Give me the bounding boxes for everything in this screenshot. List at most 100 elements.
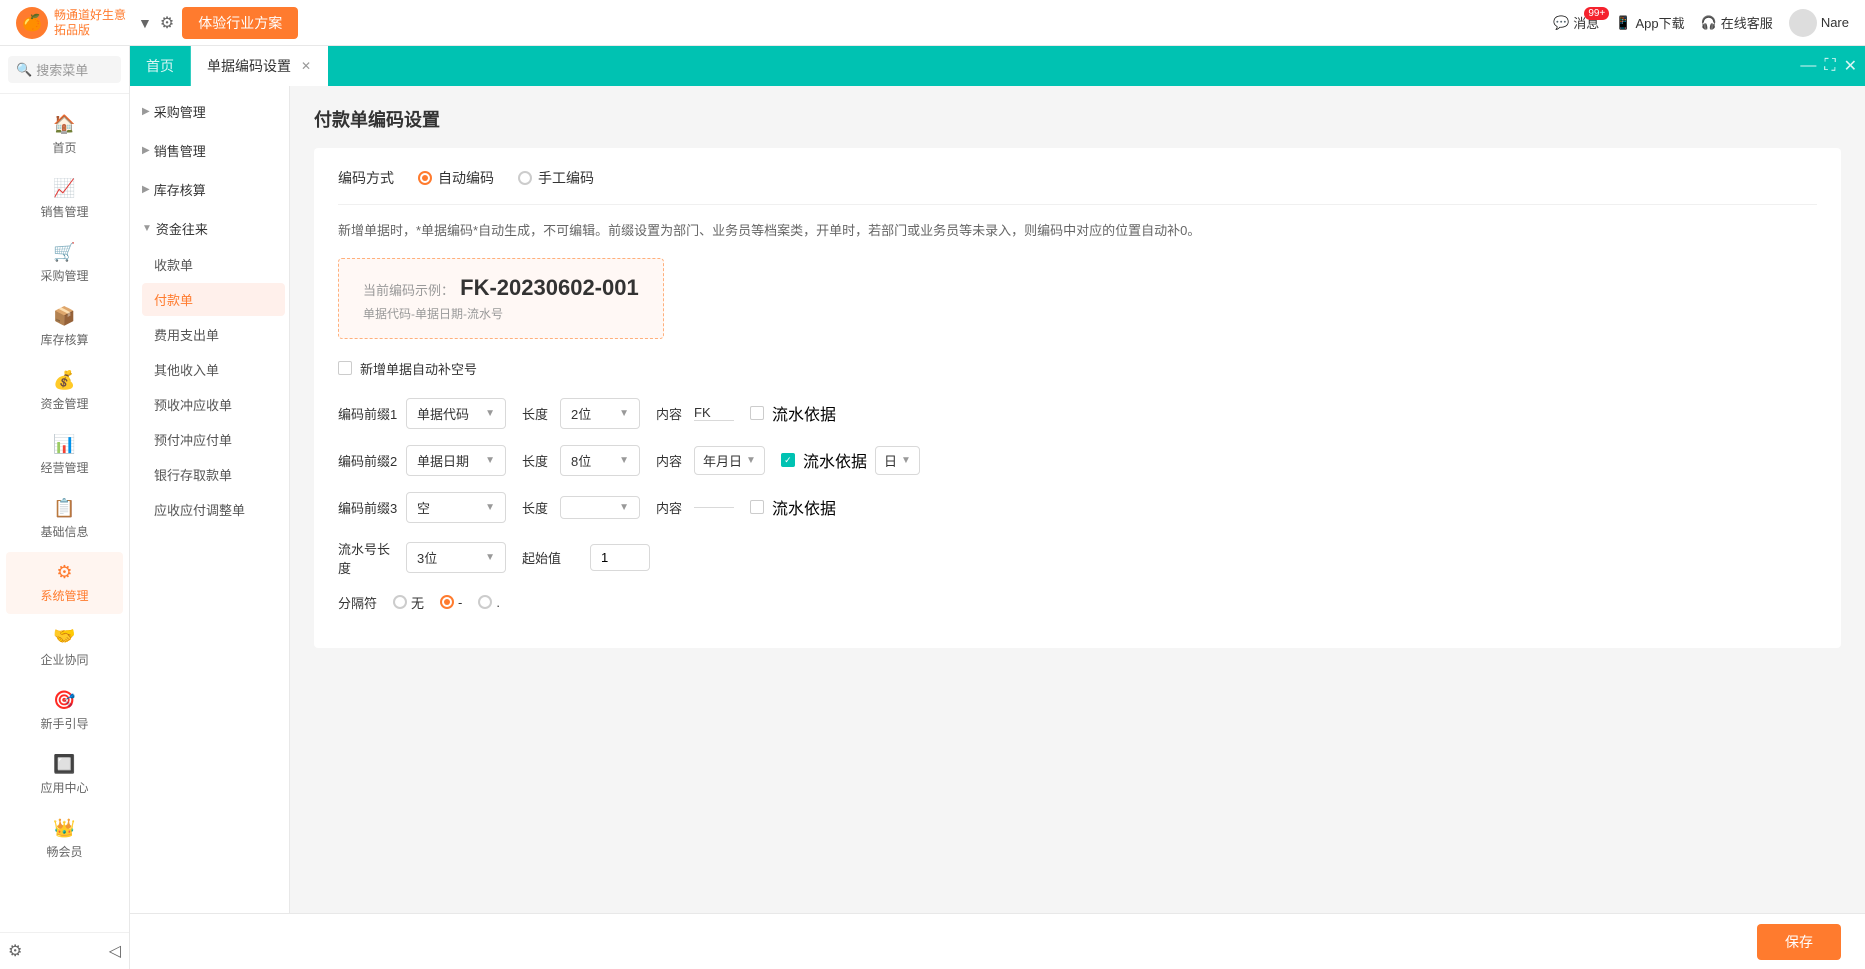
sep-none-radio[interactable] xyxy=(393,595,407,609)
sidebar-search[interactable]: 🔍 搜索菜单 xyxy=(0,46,129,94)
preview-desc: 单据代码-单据日期-流水号 xyxy=(363,305,639,322)
sep-dot-radio[interactable] xyxy=(478,595,492,609)
sub-menu-purchase: ▶ 采购管理 xyxy=(130,94,289,129)
sub-sidebar: ▶ 采购管理 ▶ 销售管理 ▶ 库存核算 xyxy=(130,86,290,913)
prefix2-flow-section: ✓ 流水依据 日 ▼ xyxy=(781,446,920,475)
basic-info-icon: 📋 xyxy=(53,498,75,519)
prefix2-content-select[interactable]: 年月日 ▼ xyxy=(694,446,765,475)
prefix2-unit-arrow: ▼ xyxy=(901,455,911,466)
serial-start-section: 起始值 xyxy=(522,544,650,571)
sidebar-item-system[interactable]: ⚙ 系统管理 xyxy=(6,552,123,614)
prefix3-content-section: 内容 xyxy=(656,498,734,517)
main-layout: 🔍 搜索菜单 🏠 首页 📈 销售管理 🛒 采购管理 📦 库存核算 💰 xyxy=(0,46,1865,969)
sub-item-expense[interactable]: 费用支出单 xyxy=(142,318,285,351)
prefix2-flow-checkbox[interactable]: ✓ xyxy=(781,453,795,467)
prefix1-length-select[interactable]: 2位 ▼ xyxy=(560,398,640,429)
auto-encode-option[interactable]: 自动编码 xyxy=(418,168,494,188)
prefix1-flow-checkbox[interactable] xyxy=(750,406,764,420)
experience-btn[interactable]: 体验行业方案 xyxy=(182,7,298,39)
finance-icon: 💰 xyxy=(53,370,75,391)
sub-menu-capital-header[interactable]: ▼ 资金往来 xyxy=(130,211,289,246)
prefix1-row: 编码前缀1 单据代码 ▼ 长度 2位 ▼ xyxy=(338,398,1817,429)
prefix1-flow-label: 流水依据 xyxy=(772,401,836,425)
sub-item-payment[interactable]: 付款单 xyxy=(142,283,285,316)
prefix3-section: 编码前缀3 空 ▼ xyxy=(338,492,506,523)
tab-close-btn[interactable]: ✕ xyxy=(301,59,311,73)
prefix2-flow-unit-select[interactable]: 日 ▼ xyxy=(875,446,920,475)
sidebar-item-enterprise[interactable]: 🤝 企业协同 xyxy=(6,616,123,678)
sidebar-item-purchase[interactable]: 🛒 采购管理 xyxy=(6,232,123,294)
vip-icon: 👑 xyxy=(53,818,75,839)
prefix2-length-arrow: ▼ xyxy=(619,455,629,466)
serial-start-label: 起始值 xyxy=(522,548,582,567)
serial-length-select[interactable]: 3位 ▼ xyxy=(406,542,506,573)
tab-maximize-btn[interactable]: ⛶ xyxy=(1824,57,1835,75)
sidebar-item-sales[interactable]: 📈 销售管理 xyxy=(6,168,123,230)
user-profile[interactable]: Nare xyxy=(1789,9,1849,37)
bottom-bar: 保存 xyxy=(130,913,1865,969)
tab-minimize-btn[interactable]: — xyxy=(1800,57,1816,75)
breadcrumb-dropdown[interactable]: ▼ xyxy=(138,15,152,31)
prefix2-select[interactable]: 单据日期 ▼ xyxy=(406,445,506,476)
prefix2-length-select[interactable]: 8位 ▼ xyxy=(560,445,640,476)
sidebar-collapse-btn[interactable]: ◁ xyxy=(109,941,121,961)
app-download-btn[interactable]: 📱 App下载 xyxy=(1615,13,1684,32)
sep-none-option[interactable]: 无 xyxy=(393,593,424,612)
sidebar-settings-btn[interactable]: ⚙ xyxy=(8,941,22,961)
save-button[interactable]: 保存 xyxy=(1757,924,1841,960)
sidebar-item-inventory[interactable]: 📦 库存核算 xyxy=(6,296,123,358)
tab-serial-setting[interactable]: 单据编码设置 ✕ xyxy=(191,46,328,86)
auto-fill-checkbox[interactable] xyxy=(338,361,352,375)
tab-home[interactable]: 首页 xyxy=(130,46,191,86)
manual-encode-radio[interactable] xyxy=(518,171,532,185)
preview-code-value: FK-20230602-001 xyxy=(460,275,639,300)
sub-menu-sales-header[interactable]: ▶ 销售管理 xyxy=(130,133,289,168)
sidebar: 🔍 搜索菜单 🏠 首页 📈 销售管理 🛒 采购管理 📦 库存核算 💰 xyxy=(0,46,130,969)
prefix3-row: 编码前缀3 空 ▼ 长度 ▼ xyxy=(338,492,1817,523)
top-bar: 🍊 畅通道好生意 拓品版 ▼ ⚙ 体验行业方案 💬 消息 99+ 📱 App下载… xyxy=(0,0,1865,46)
online-service-btn[interactable]: 🎧 在线客服 xyxy=(1701,13,1773,32)
separator-row: 分隔符 无 - . xyxy=(338,593,1817,612)
sep-dot-option[interactable]: . xyxy=(478,595,500,610)
sub-menu-inventory: ▶ 库存核算 xyxy=(130,172,289,207)
prefix1-length-arrow: ▼ xyxy=(619,408,629,419)
prefix3-length-select[interactable]: ▼ xyxy=(560,496,640,519)
serial-length-label: 流水号长度 xyxy=(338,539,398,577)
sub-menu-inventory-header[interactable]: ▶ 库存核算 xyxy=(130,172,289,207)
encode-method-row: 编码方式 自动编码 手工编码 xyxy=(338,168,1817,205)
inventory-icon: 📦 xyxy=(53,306,75,327)
prefix1-select[interactable]: 单据代码 ▼ xyxy=(406,398,506,429)
sidebar-item-apps[interactable]: 🔲 应用中心 xyxy=(6,744,123,806)
sidebar-item-operations[interactable]: 📊 经营管理 xyxy=(6,424,123,486)
sub-item-other-income[interactable]: 其他收入单 xyxy=(142,353,285,386)
logo-area: 🍊 畅通道好生意 拓品版 xyxy=(16,7,126,39)
manual-encode-option[interactable]: 手工编码 xyxy=(518,168,594,188)
tab-closeall-btn[interactable]: ✕ xyxy=(1844,56,1857,76)
logo-icon: 🍊 xyxy=(16,7,48,39)
message-btn[interactable]: 💬 消息 99+ xyxy=(1553,13,1599,32)
prefix3-select[interactable]: 空 ▼ xyxy=(406,492,506,523)
sub-menu-capital: ▼ 资金往来 收款单 付款单 费用支出单 其他收入单 预收冲应收单 预付冲应付单… xyxy=(130,211,289,526)
sub-item-prepaid-pay[interactable]: 预付冲应付单 xyxy=(142,423,285,456)
sidebar-item-home[interactable]: 🏠 首页 xyxy=(6,104,123,166)
sub-item-bank-deposit[interactable]: 银行存取款单 xyxy=(142,458,285,491)
sub-item-prepaid-receive[interactable]: 预收冲应收单 xyxy=(142,388,285,421)
sidebar-item-basic-info[interactable]: 📋 基础信息 xyxy=(6,488,123,550)
sidebar-item-vip[interactable]: 👑 畅会员 xyxy=(6,808,123,870)
download-icon: 📱 xyxy=(1615,15,1631,31)
settings-btn[interactable]: ⚙ xyxy=(160,13,174,33)
search-inner[interactable]: 🔍 搜索菜单 xyxy=(8,56,121,83)
sub-menu-purchase-header[interactable]: ▶ 采购管理 xyxy=(130,94,289,129)
sidebar-item-guide[interactable]: 🎯 新手引导 xyxy=(6,680,123,742)
sep-dash-option[interactable]: - xyxy=(440,595,462,610)
prefix3-flow-checkbox[interactable] xyxy=(750,500,764,514)
sub-item-receipt[interactable]: 收款单 xyxy=(142,248,285,281)
prefix1-content-value: FK xyxy=(694,405,734,421)
sep-dash-radio[interactable] xyxy=(440,595,454,609)
serial-start-input[interactable] xyxy=(590,544,650,571)
sales-icon: 📈 xyxy=(53,178,75,199)
sub-item-ar-adjust[interactable]: 应收应付调整单 xyxy=(142,493,285,526)
search-icon: 🔍 xyxy=(16,62,32,78)
auto-encode-radio[interactable] xyxy=(418,171,432,185)
sidebar-item-finance[interactable]: 💰 资金管理 xyxy=(6,360,123,422)
